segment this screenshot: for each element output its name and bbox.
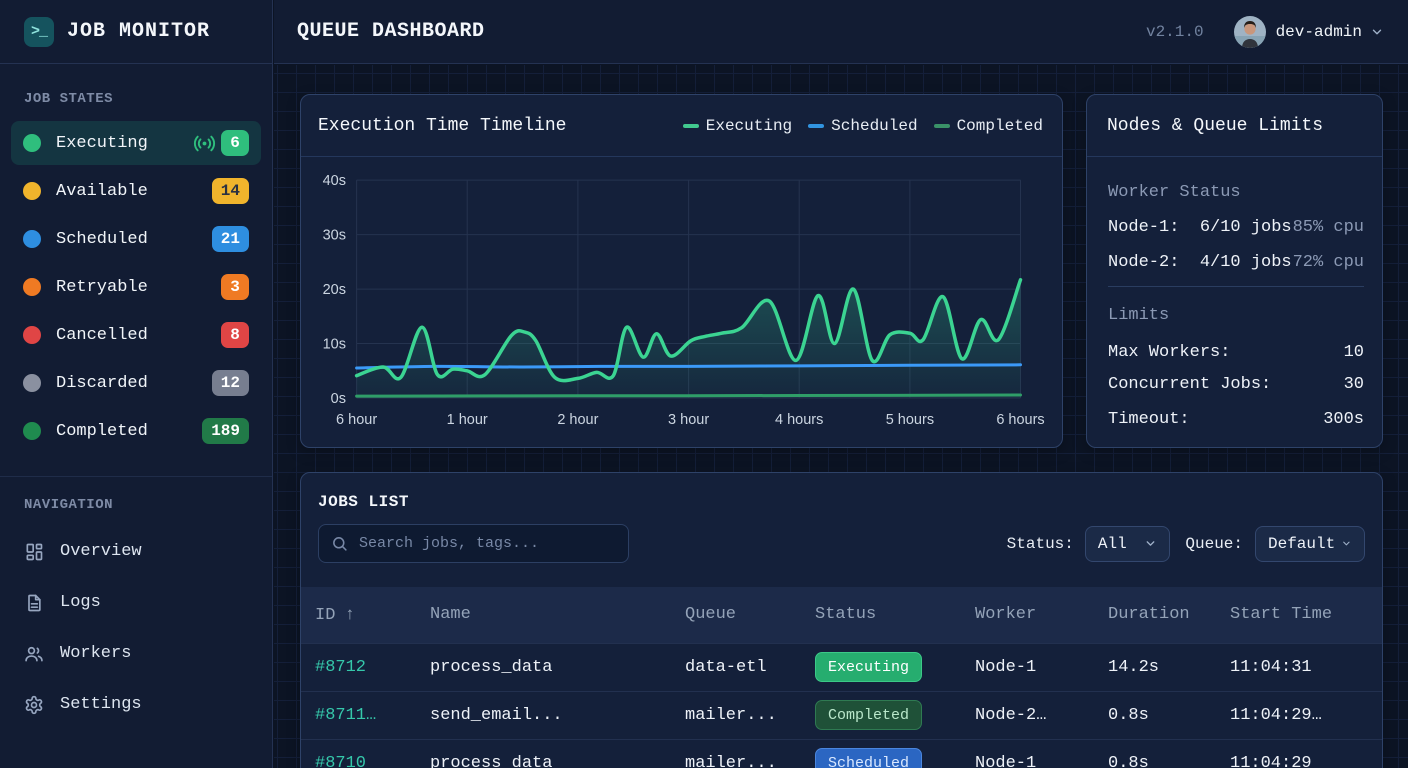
svg-text:40s: 40s <box>323 173 346 189</box>
svg-text:0s: 0s <box>331 391 346 407</box>
svg-text:5 hours: 5 hours <box>886 412 934 428</box>
svg-text:3 hour: 3 hour <box>668 412 709 428</box>
svg-text:6 hours: 6 hours <box>996 412 1044 428</box>
svg-text:1 hour: 1 hour <box>447 412 488 428</box>
svg-text:6 hour: 6 hour <box>336 412 377 428</box>
svg-text:10s: 10s <box>323 337 346 353</box>
svg-text:30s: 30s <box>323 228 346 244</box>
svg-text:4 hours: 4 hours <box>775 412 823 428</box>
svg-text:20s: 20s <box>323 282 346 298</box>
svg-text:2 hour: 2 hour <box>557 412 598 428</box>
